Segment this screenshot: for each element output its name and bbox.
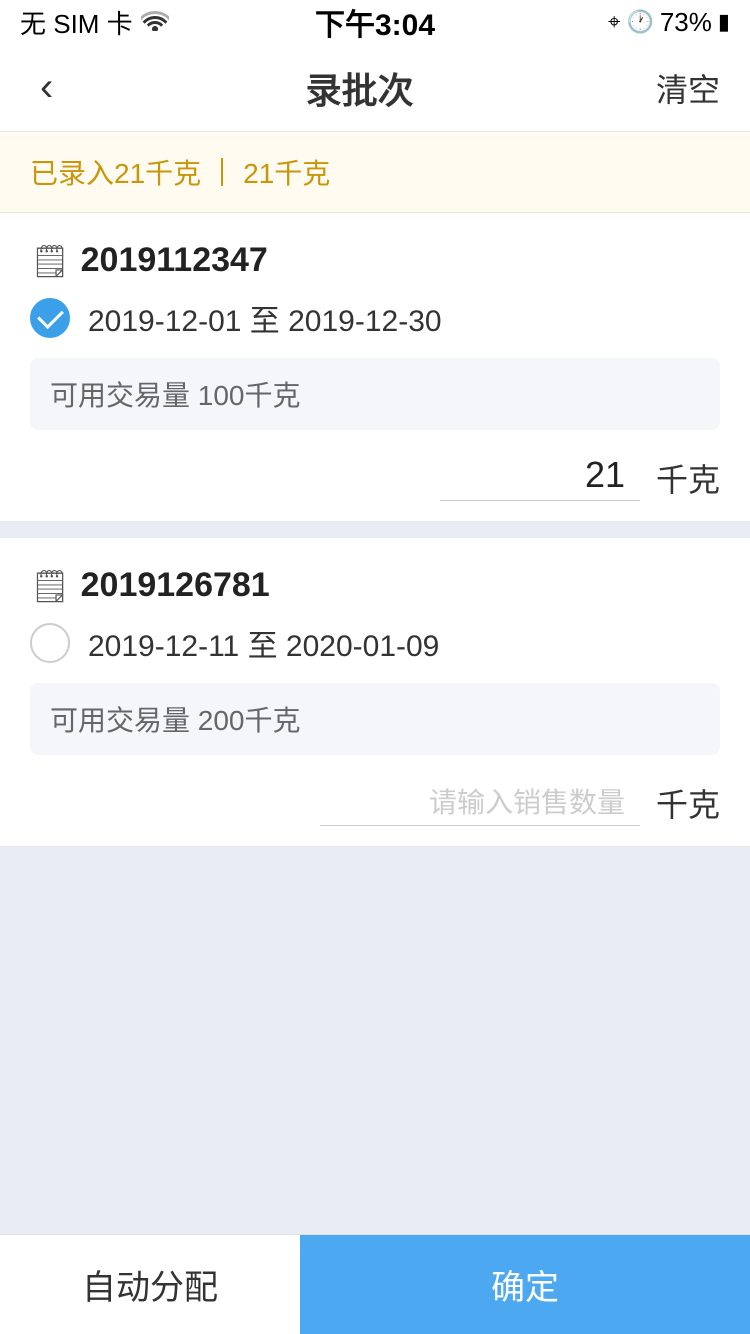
radio-selected-1[interactable]: [30, 298, 70, 338]
status-left: 无 SIM 卡: [20, 4, 169, 41]
batch-doc-icon-2: 🗒: [30, 567, 71, 605]
section-divider: [0, 522, 750, 538]
batch-date-text-2: 2019-12-11 至 2020-01-09: [88, 621, 439, 665]
status-time: 下午3:04: [315, 0, 435, 44]
page-title: 录批次: [306, 62, 414, 114]
batch-card-2: 🗒 2019126781 2019-12-11 至 2020-01-09 可用交…: [0, 538, 750, 847]
batch-id-row-2: 🗒 2019126781: [30, 566, 720, 605]
location-icon: ⌖: [608, 9, 620, 35]
back-button[interactable]: ‹: [30, 55, 63, 120]
batch-id-text-2: 2019126781: [81, 566, 270, 605]
radio-unselected-2[interactable]: [30, 623, 70, 663]
nav-bar: ‹ 录批次 清空: [0, 44, 750, 132]
qty-input-1[interactable]: [440, 454, 640, 496]
qty-underline-2: [320, 779, 640, 826]
qty-input-2[interactable]: [320, 779, 640, 821]
status-bar: 无 SIM 卡 下午3:04 ⌖ 🕐 73% ▮: [0, 0, 750, 44]
qty-underline-1: [440, 454, 640, 501]
batch-id-row-1: 🗒 2019112347: [30, 241, 720, 280]
qty-unit-1: 千克: [656, 455, 720, 501]
battery-text: 73%: [660, 7, 712, 38]
wifi-icon: [141, 7, 169, 38]
qty-input-row-2: 千克: [0, 755, 750, 847]
banner-divider: [221, 158, 223, 186]
alarm-icon: 🕐: [626, 9, 653, 35]
batch-doc-icon-1: 🗒: [30, 242, 71, 280]
available-qty-2: 可用交易量 200千克: [30, 683, 720, 755]
batch-id-text-1: 2019112347: [81, 241, 268, 280]
battery-icon: ▮: [718, 9, 730, 35]
qty-unit-2: 千克: [656, 780, 720, 826]
qty-input-row-1: 千克: [0, 430, 750, 522]
batch-date-text-1: 2019-12-01 至 2019-12-30: [88, 296, 442, 340]
empty-area: [0, 847, 750, 1287]
batch-date-row-2[interactable]: 2019-12-11 至 2020-01-09: [30, 621, 720, 665]
footer: 自动分配 确定: [0, 1234, 750, 1334]
recorded-amount: 已录入21千克: [30, 152, 201, 192]
info-banner: 已录入21千克 21千克: [0, 132, 750, 213]
carrier-text: 无 SIM 卡: [20, 4, 133, 41]
total-amount: 21千克: [243, 152, 330, 192]
status-right: ⌖ 🕐 73% ▮: [608, 7, 730, 38]
confirm-button[interactable]: 确定: [300, 1235, 750, 1334]
batch-card-1: 🗒 2019112347 2019-12-01 至 2019-12-30 可用交…: [0, 213, 750, 522]
clear-button[interactable]: 清空: [656, 65, 720, 111]
batch-date-row-1[interactable]: 2019-12-01 至 2019-12-30: [30, 296, 720, 340]
available-qty-1: 可用交易量 100千克: [30, 358, 720, 430]
auto-distribute-button[interactable]: 自动分配: [0, 1235, 300, 1334]
